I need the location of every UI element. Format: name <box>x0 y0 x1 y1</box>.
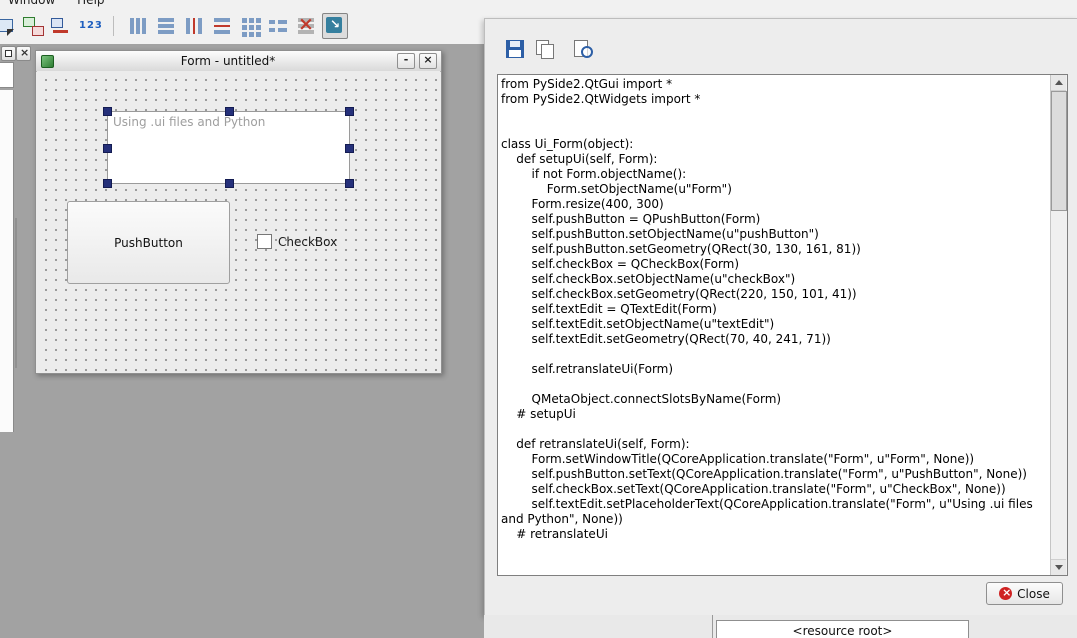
find-icon[interactable] <box>571 37 595 61</box>
selection-handle[interactable] <box>345 179 354 188</box>
layout-grid-icon[interactable] <box>238 14 262 38</box>
selection-handle[interactable] <box>225 107 234 116</box>
selection-handle[interactable] <box>103 144 112 153</box>
checkbox-indicator[interactable] <box>257 234 272 249</box>
edit-tab-order-icon[interactable] <box>77 14 101 38</box>
dock-close-icon[interactable] <box>16 46 31 61</box>
break-layout-icon[interactable] <box>294 14 318 38</box>
pushbutton-widget[interactable]: PushButton <box>67 201 230 284</box>
bottom-panel-fragment: <resource root> <box>484 615 1077 638</box>
code-text: from PySide2.QtGui import * from PySide2… <box>501 77 1049 542</box>
code-view[interactable]: from PySide2.QtGui import * from PySide2… <box>497 74 1068 576</box>
widgetbox-panel-fragment <box>0 90 14 432</box>
checkbox-widget[interactable]: CheckBox <box>257 221 358 262</box>
selection-handle[interactable] <box>103 179 112 188</box>
menu-help[interactable]: Help <box>77 0 104 7</box>
dock-float-icon[interactable] <box>1 46 16 61</box>
layout-splitter-horizontal-icon[interactable] <box>182 14 206 38</box>
form-window-title: Form - untitled* <box>59 54 397 68</box>
dialog-close-button[interactable]: Close <box>986 582 1063 605</box>
copy-icon[interactable] <box>533 37 557 61</box>
resource-root-item[interactable]: <resource root> <box>716 620 969 638</box>
layout-horizontally-icon[interactable] <box>126 14 150 38</box>
toolbar-separator <box>113 16 114 36</box>
vertical-scrollbar[interactable] <box>1050 75 1067 575</box>
widgetbox-filter-fragment[interactable] <box>0 62 14 88</box>
form-editor-window: Form - untitled* - × Using .ui files and… <box>35 50 442 374</box>
resource-root-label: <resource root> <box>793 624 893 638</box>
form-window-titlebar[interactable]: Form - untitled* - × <box>36 51 441 72</box>
layout-splitter-vertical-icon[interactable] <box>210 14 234 38</box>
scrollbar-thumb[interactable] <box>1051 91 1067 211</box>
menu-window[interactable]: Window <box>8 0 55 7</box>
panel-divider <box>712 615 713 638</box>
dock-splitter[interactable] <box>15 218 17 368</box>
edit-buddies-icon[interactable] <box>49 14 73 38</box>
layout-vertically-icon[interactable] <box>154 14 178 38</box>
code-dialog-toolbar <box>503 35 595 63</box>
selection-handle[interactable] <box>345 107 354 116</box>
checkbox-label: CheckBox <box>278 235 337 249</box>
menubar: Window Help <box>8 0 123 8</box>
textedit-widget[interactable]: Using .ui files and Python <box>107 111 350 184</box>
form-minimize-button[interactable]: - <box>397 53 415 69</box>
edit-signals-slots-icon[interactable] <box>21 14 45 38</box>
close-circle-icon <box>999 587 1012 600</box>
toolbar <box>2 12 348 40</box>
save-icon[interactable] <box>503 37 527 61</box>
textedit-placeholder: Using .ui files and Python <box>113 115 265 129</box>
qt-designer-screen: Window Help Form - untitled* - × Using .… <box>0 0 1077 638</box>
adjust-size-icon[interactable] <box>322 13 348 39</box>
close-button-label: Close <box>1017 587 1050 601</box>
selection-handle[interactable] <box>345 144 354 153</box>
form-close-button[interactable]: × <box>419 53 437 69</box>
edit-widgets-icon[interactable] <box>0 14 17 38</box>
form-canvas[interactable]: Using .ui files and Python PushButton Ch… <box>37 71 440 372</box>
scroll-up-icon[interactable] <box>1051 75 1066 91</box>
selection-handle[interactable] <box>103 107 112 116</box>
scroll-down-icon[interactable] <box>1051 559 1066 575</box>
layout-form-icon[interactable] <box>266 14 290 38</box>
selection-handle[interactable] <box>225 179 234 188</box>
form-window-icon <box>41 55 54 68</box>
code-preview-dialog: from PySide2.QtGui import * from PySide2… <box>484 18 1077 616</box>
